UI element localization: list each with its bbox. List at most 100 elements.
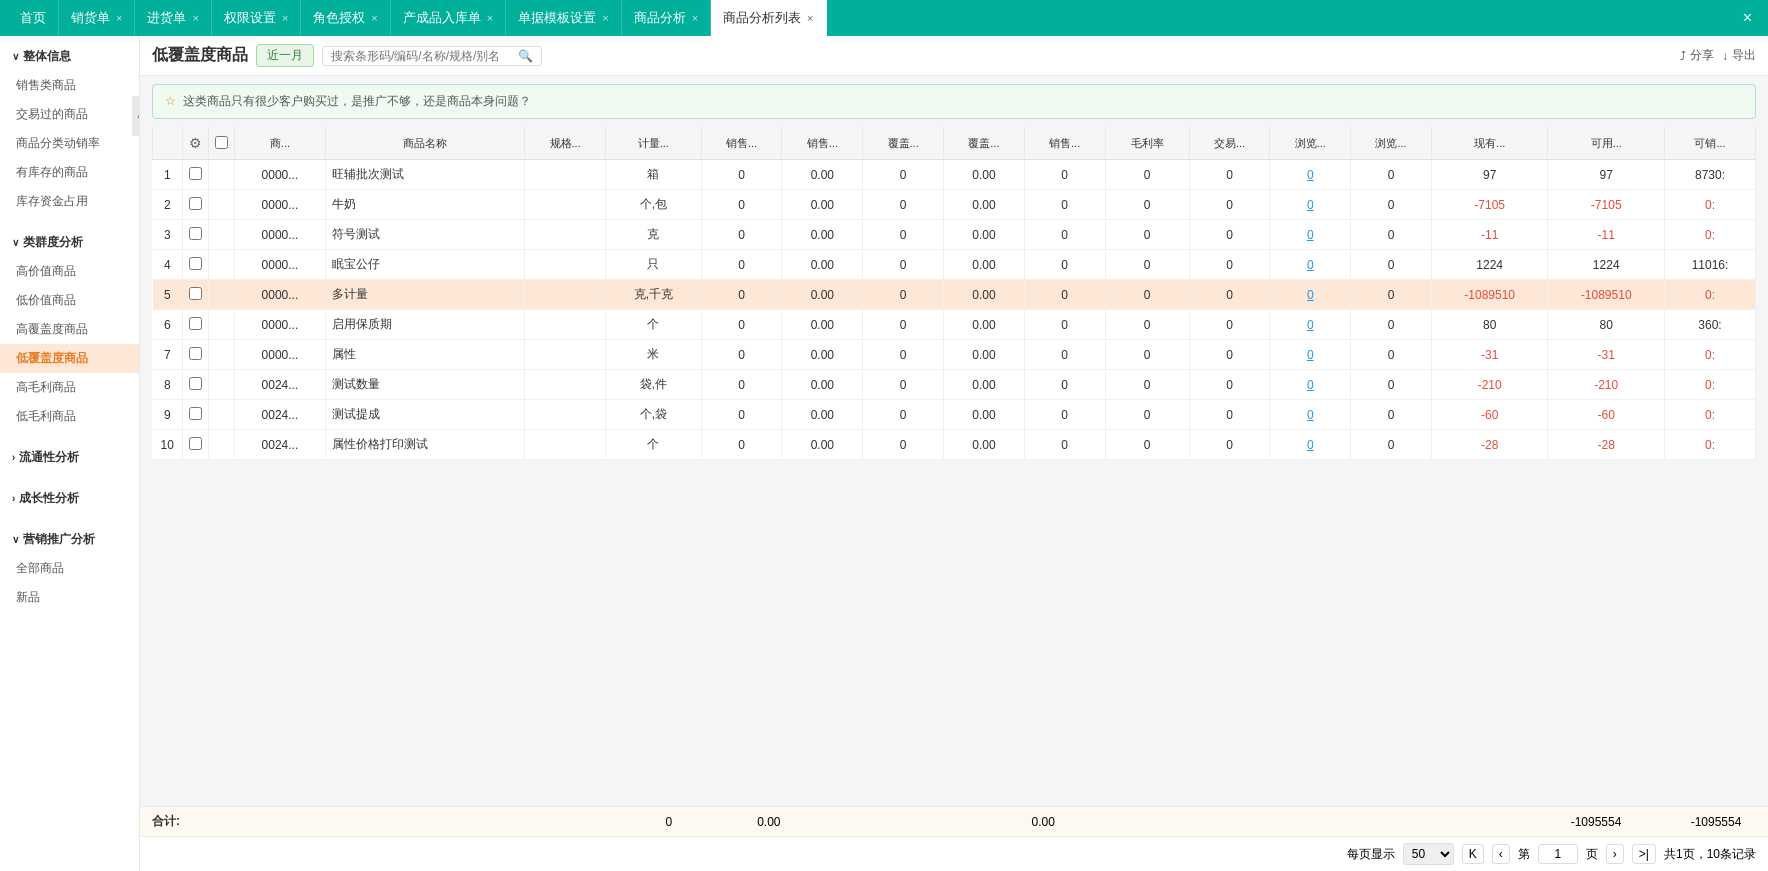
nav-tab-roles[interactable]: 角色授权 × (301, 0, 390, 36)
close-icon[interactable]: × (487, 12, 493, 24)
cell-browse1[interactable]: 0 (1270, 220, 1351, 250)
row-checkbox[interactable] (189, 197, 202, 210)
close-icon[interactable]: × (692, 12, 698, 24)
next-page-button[interactable]: › (1606, 844, 1624, 864)
cell-checkbox[interactable] (183, 220, 209, 250)
sidebar-item-low-coverage[interactable]: 低覆盖度商品 (0, 344, 139, 373)
first-page-button[interactable]: K (1462, 844, 1484, 864)
page-size-select[interactable]: 20 50 100 (1403, 843, 1454, 865)
cell-sellable: 0: (1664, 370, 1755, 400)
sidebar-item-traded-goods[interactable]: 交易过的商品 (0, 100, 139, 129)
cell-cover1: 0 (863, 160, 944, 190)
cell-checkbox[interactable] (183, 190, 209, 220)
cell-checkbox[interactable] (183, 280, 209, 310)
cell-browse1[interactable]: 0 (1270, 250, 1351, 280)
prev-page-button[interactable]: ‹ (1492, 844, 1510, 864)
sidebar-item-category-rate[interactable]: 商品分类动销率 (0, 129, 139, 158)
sidebar-section-title-overview[interactable]: ∨ 整体信息 (0, 42, 139, 71)
sidebar-item-low-value[interactable]: 低价值商品 (0, 286, 139, 315)
row-checkbox[interactable] (189, 347, 202, 360)
cell-sale1: 0 (701, 400, 782, 430)
cell-checkbox[interactable] (183, 400, 209, 430)
row-checkbox[interactable] (189, 437, 202, 450)
row-checkbox[interactable] (189, 407, 202, 420)
row-checkbox[interactable] (189, 377, 202, 390)
cell-browse1[interactable]: 0 (1270, 400, 1351, 430)
nav-tab-analysis-list[interactable]: 商品分析列表 × (711, 0, 826, 36)
row-checkbox[interactable] (189, 317, 202, 330)
row-checkbox[interactable] (189, 227, 202, 240)
close-icon[interactable]: × (192, 12, 198, 24)
table-container[interactable]: ⚙ 商... 商品名称 规格... 计量... 销售... 销售... 覆盖..… (140, 127, 1768, 806)
select-all-checkbox[interactable] (215, 136, 228, 149)
th-settings[interactable]: ⚙ (183, 127, 209, 160)
cell-unit: 个 (605, 430, 701, 460)
cell-checkbox[interactable] (183, 250, 209, 280)
cell-checkbox[interactable] (183, 340, 209, 370)
cell-sale3: 0 (1024, 280, 1105, 310)
share-button[interactable]: ⤴ 分享 (1680, 47, 1714, 64)
page-number-input[interactable] (1538, 844, 1578, 864)
cell-checkbox[interactable] (183, 370, 209, 400)
nav-tab-permissions[interactable]: 权限设置 × (212, 0, 301, 36)
cell-browse1[interactable]: 0 (1270, 370, 1351, 400)
cell-empty (209, 190, 235, 220)
total-sale1: 0 (639, 815, 699, 829)
nav-tab-products[interactable]: 产成品入库单 × (391, 0, 506, 36)
last-page-button[interactable]: >| (1632, 844, 1656, 864)
sidebar-item-in-stock[interactable]: 有库存的商品 (0, 158, 139, 187)
nav-tab-home[interactable]: 首页 (8, 0, 59, 36)
cell-browse1[interactable]: 0 (1270, 280, 1351, 310)
search-input[interactable] (331, 49, 518, 63)
close-icon[interactable]: × (602, 12, 608, 24)
th-checkbox-all[interactable] (209, 127, 235, 160)
close-icon[interactable]: × (807, 12, 813, 24)
th-sale3: 销售... (1024, 127, 1105, 160)
sidebar-item-stock-capital[interactable]: 库存资金占用 (0, 187, 139, 216)
row-checkbox[interactable] (189, 257, 202, 270)
row-checkbox[interactable] (189, 167, 202, 180)
cell-checkbox[interactable] (183, 160, 209, 190)
sidebar-collapse-button[interactable]: « (132, 96, 140, 136)
close-icon[interactable]: × (282, 12, 288, 24)
row-checkbox[interactable] (189, 287, 202, 300)
date-filter-button[interactable]: 近一月 (256, 44, 314, 67)
cell-checkbox[interactable] (183, 430, 209, 460)
search-icon[interactable]: 🔍 (518, 49, 533, 63)
sidebar-item-sales-goods[interactable]: 销售类商品 (0, 71, 139, 100)
close-icon[interactable]: × (116, 12, 122, 24)
sidebar-item-high-margin[interactable]: 高毛利商品 (0, 373, 139, 402)
cell-current: 80 (1431, 310, 1548, 340)
cell-profit: 0 (1105, 340, 1189, 370)
sidebar-item-high-coverage[interactable]: 高覆盖度商品 (0, 315, 139, 344)
sidebar-section-title-growth[interactable]: › 成长性分析 (0, 484, 139, 513)
cell-name: 牛奶 (325, 190, 524, 220)
cell-unit: 个,包 (605, 190, 701, 220)
cell-code: 0000... (235, 250, 326, 280)
cell-browse1[interactable]: 0 (1270, 160, 1351, 190)
close-all-button[interactable]: × (1735, 9, 1760, 27)
sidebar-item-low-margin[interactable]: 低毛利商品 (0, 402, 139, 431)
cell-no: 7 (153, 340, 183, 370)
cell-browse1[interactable]: 0 (1270, 340, 1351, 370)
cell-browse1[interactable]: 0 (1270, 310, 1351, 340)
cell-browse1[interactable]: 0 (1270, 430, 1351, 460)
nav-tab-templates[interactable]: 单据模板设置 × (506, 0, 621, 36)
sidebar-section-title-category[interactable]: ∨ 类群度分析 (0, 228, 139, 257)
nav-tab-purchase[interactable]: 进货单 × (135, 0, 211, 36)
sidebar-item-high-value[interactable]: 高价值商品 (0, 257, 139, 286)
sidebar-item-new-goods[interactable]: 新品 (0, 583, 139, 612)
sidebar-section-title-liquidity[interactable]: › 流通性分析 (0, 443, 139, 472)
cell-cover2: 0.00 (944, 280, 1025, 310)
gear-icon[interactable]: ⚙ (189, 135, 202, 151)
cell-profit: 0 (1105, 400, 1189, 430)
sidebar-section-title-marketing[interactable]: ∨ 营销推广分析 (0, 525, 139, 554)
cell-browse1[interactable]: 0 (1270, 190, 1351, 220)
nav-tab-sales[interactable]: 销货单 × (59, 0, 135, 36)
cell-sale2: 0.00 (782, 250, 863, 280)
close-icon[interactable]: × (371, 12, 377, 24)
sidebar-item-all-goods[interactable]: 全部商品 (0, 554, 139, 583)
cell-checkbox[interactable] (183, 310, 209, 340)
export-button[interactable]: ↓ 导出 (1722, 47, 1756, 64)
nav-tab-analysis[interactable]: 商品分析 × (622, 0, 711, 36)
